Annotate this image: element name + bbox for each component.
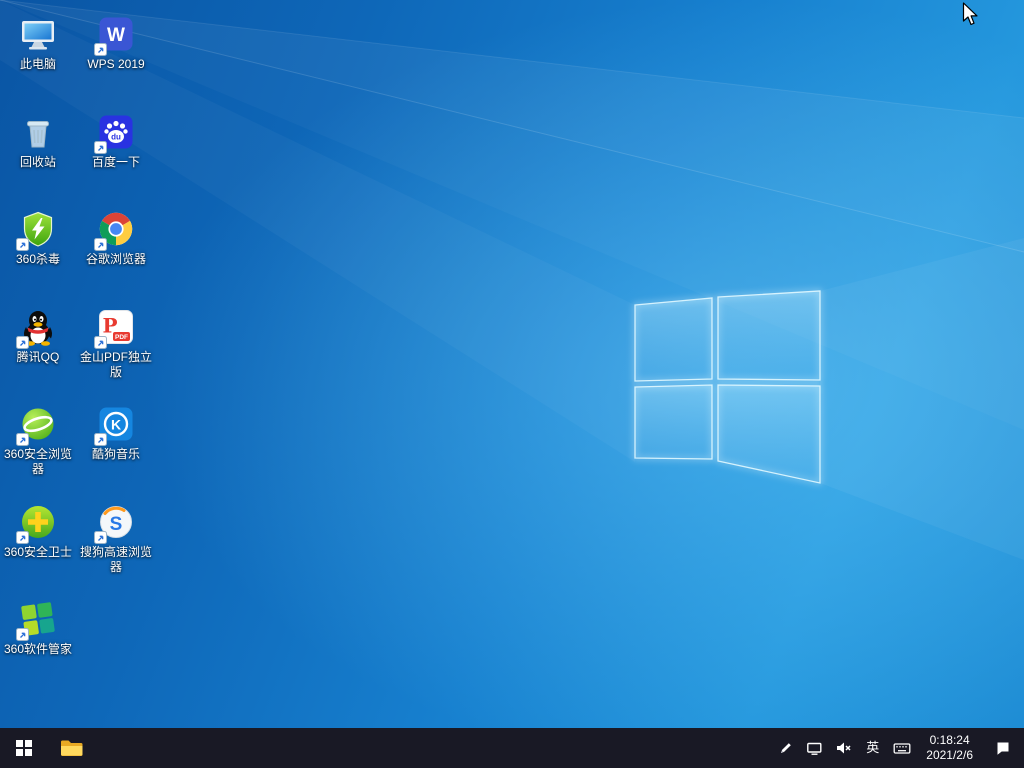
icon-label: 360安全卫士 [1, 545, 75, 560]
shortcut-arrow-icon [16, 433, 29, 446]
kingsoft-pdf-icon: P PDF [96, 307, 136, 347]
shortcut-arrow-icon [16, 628, 29, 641]
icon-label: 360安全浏览器 [1, 447, 75, 477]
360-software-manager-icon [18, 599, 58, 639]
taskbar-clock[interactable]: 0:18:24 2021/2/6 [917, 728, 982, 768]
tencent-qq-icon [18, 307, 58, 347]
shortcut-arrow-icon [94, 336, 107, 349]
desktop: 此电脑 回收站 360杀毒 [0, 0, 1024, 768]
desktop-icon-360-software-manager[interactable]: 360软件管家 [1, 599, 75, 657]
desktop-icon-baidu[interactable]: du 百度一下 [79, 112, 153, 170]
recycle-bin-icon [18, 112, 58, 152]
svg-text:K: K [111, 417, 121, 433]
pen-tray-button[interactable] [772, 728, 800, 768]
shortcut-arrow-icon [94, 531, 107, 544]
360-secure-browser-icon [18, 404, 58, 444]
desktop-icon-this-pc[interactable]: 此电脑 [1, 14, 75, 72]
svg-text:S: S [110, 514, 123, 535]
svg-text:PDF: PDF [115, 334, 128, 341]
icon-label: 360杀毒 [1, 252, 75, 267]
icon-label: 百度一下 [79, 155, 153, 170]
icon-label: 此电脑 [1, 57, 75, 72]
icon-label: WPS 2019 [79, 57, 153, 72]
shortcut-arrow-icon [16, 336, 29, 349]
sogou-browser-icon: S [96, 502, 136, 542]
this-pc-icon [18, 14, 58, 54]
taskbar: 英 0:18:24 2021/2/6 [0, 728, 1024, 768]
chrome-icon [96, 209, 136, 249]
icon-label: 谷歌浏览器 [79, 252, 153, 267]
shortcut-arrow-icon [94, 43, 107, 56]
windows-logo [635, 291, 820, 483]
shortcut-arrow-icon [16, 531, 29, 544]
kugou-music-icon: K [96, 404, 136, 444]
icon-label: 金山PDF独立版 [79, 350, 153, 380]
clock-date: 2021/2/6 [926, 748, 973, 763]
file-explorer-icon [60, 738, 84, 758]
desktop-icon-sogou-browser[interactable]: S 搜狗高速浏览器 [79, 502, 153, 575]
ime-indicator[interactable]: 英 [858, 728, 887, 768]
desktop-icon-360-safeguard[interactable]: 360安全卫士 [1, 502, 75, 560]
action-center-icon [995, 740, 1011, 756]
system-tray: 英 0:18:24 2021/2/6 [772, 728, 1024, 768]
icon-label: 酷狗音乐 [79, 447, 153, 462]
desktop-icon-kugou-music[interactable]: K 酷狗音乐 [79, 404, 153, 462]
desktop-icon-360-secure-browser[interactable]: 360安全浏览器 [1, 404, 75, 477]
volume-tray-button[interactable] [829, 728, 858, 768]
shortcut-arrow-icon [16, 238, 29, 251]
360-safeguard-icon [18, 502, 58, 542]
desktop-icon-recycle-bin[interactable]: 回收站 [1, 112, 75, 170]
clock-time: 0:18:24 [930, 733, 970, 748]
icon-label: 回收站 [1, 155, 75, 170]
icon-label: 360软件管家 [1, 642, 75, 657]
desktop-icon-wps-2019[interactable]: W WPS 2019 [79, 14, 153, 72]
shortcut-arrow-icon [94, 433, 107, 446]
desktop-icon-tencent-qq[interactable]: 腾讯QQ [1, 307, 75, 365]
shortcut-arrow-icon [94, 141, 107, 154]
shortcut-arrow-icon [94, 238, 107, 251]
wallpaper [0, 0, 1024, 768]
icon-label: 搜狗高速浏览器 [79, 545, 153, 575]
desktop-icon-kingsoft-pdf[interactable]: P PDF 金山PDF独立版 [79, 307, 153, 380]
network-icon [806, 740, 823, 756]
volume-muted-icon [835, 740, 852, 756]
touch-keyboard-icon [893, 740, 911, 756]
network-tray-button[interactable] [800, 728, 829, 768]
action-center-button[interactable] [982, 728, 1024, 768]
touch-keyboard-button[interactable] [887, 728, 917, 768]
baidu-icon: du [96, 112, 136, 152]
desktop-icon-chrome[interactable]: 谷歌浏览器 [79, 209, 153, 267]
file-explorer-button[interactable] [48, 728, 96, 768]
icon-label: 腾讯QQ [1, 350, 75, 365]
svg-text:W: W [107, 25, 125, 46]
desktop-icon-360-antivirus[interactable]: 360杀毒 [1, 209, 75, 267]
wps-2019-icon: W [96, 14, 136, 54]
start-button[interactable] [0, 728, 48, 768]
windows-start-icon [16, 740, 32, 756]
pen-icon [778, 740, 794, 756]
svg-text:du: du [111, 133, 121, 142]
360-antivirus-icon [18, 209, 58, 249]
